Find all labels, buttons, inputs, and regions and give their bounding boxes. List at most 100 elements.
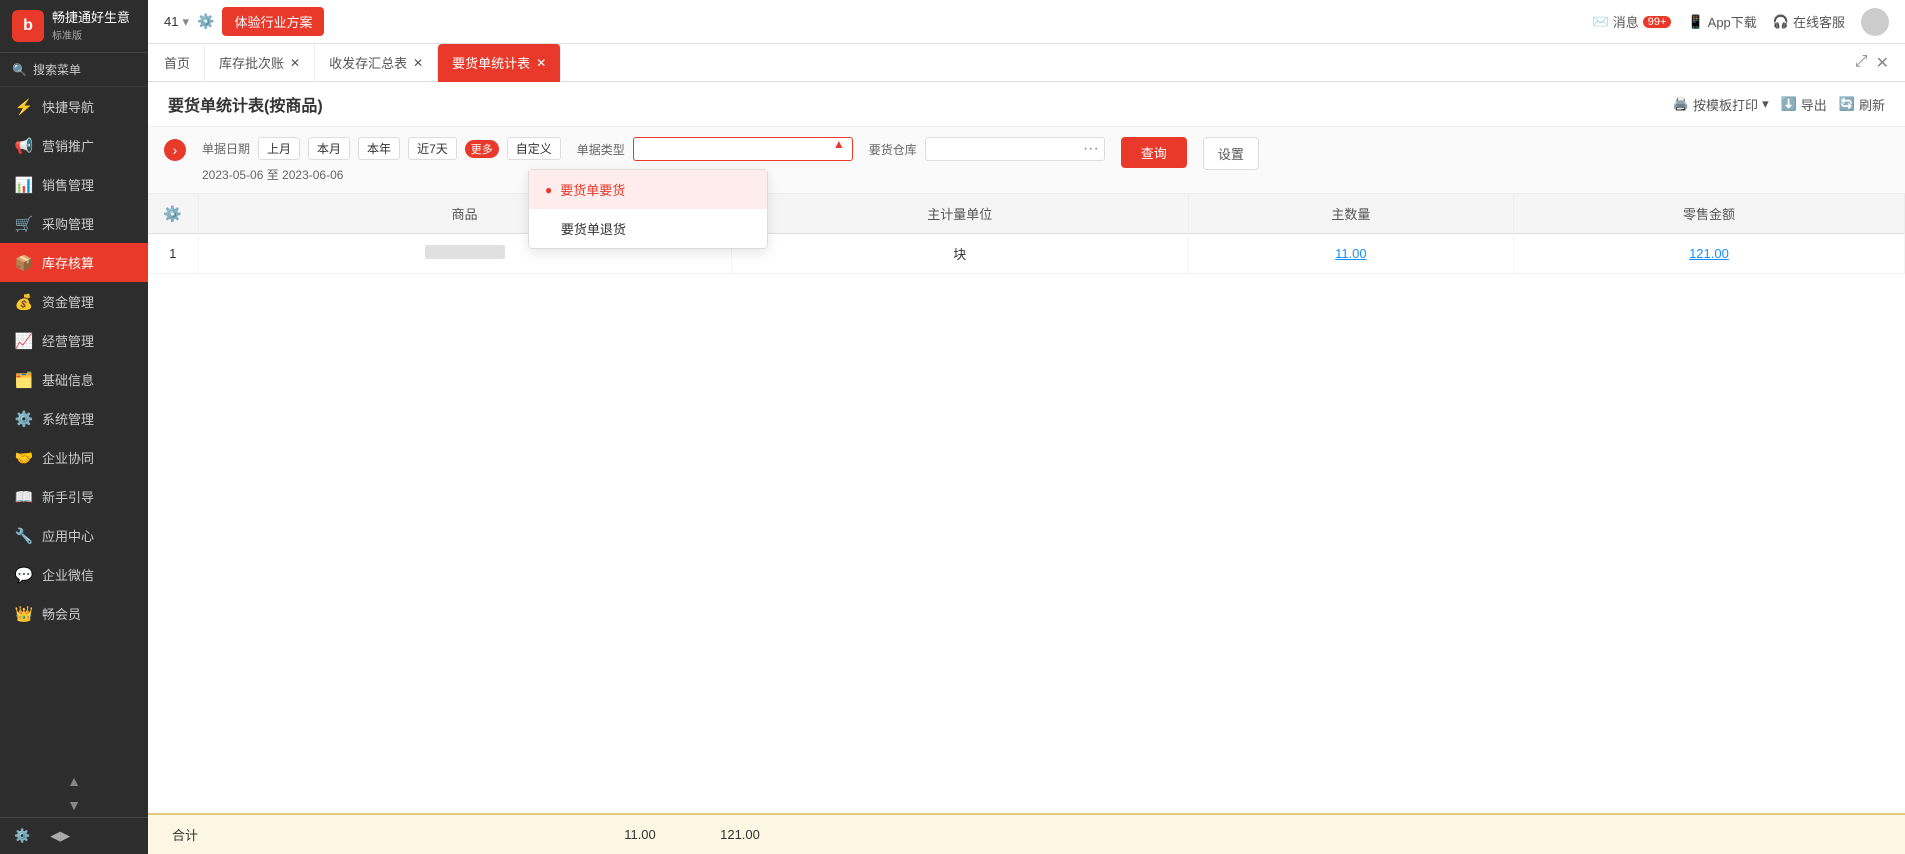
main-content: 41 ▾ ⚙️ 体验行业方案 ✉️ 消息 99+ 📱 App下载 🎧 在线客服 — [148, 0, 1905, 854]
type-filter-label: 单据类型 — [577, 141, 625, 158]
date-filter-row: 单据日期 上月 本月 本年 近7天 更多 自定义 — [202, 137, 561, 160]
app-center-label: 应用中心 — [42, 526, 94, 545]
tabs-actions: ⤢ ✕ — [1855, 53, 1889, 73]
sidebar-item-marketing[interactable]: 📢 营销推广 — [0, 126, 148, 165]
dropdown-item-0[interactable]: ● 要货单要货 — [529, 170, 767, 209]
sidebar-item-app-center[interactable]: 🔧 应用中心 — [0, 516, 148, 555]
messages-label: 消息 — [1613, 12, 1639, 31]
setting-btn[interactable]: 设置 — [1203, 137, 1259, 170]
table-row: 1 块 11.00 121.00 — [148, 234, 1905, 274]
table-header-row: ⚙️ 商品 主计量单位 主数量 零售金额 — [148, 194, 1905, 234]
trial-btn[interactable]: 体验行业方案 — [222, 7, 324, 36]
print-btn[interactable]: 🖨️ 按模板打印 ▾ — [1673, 95, 1769, 114]
company-number: 41 — [164, 14, 178, 29]
print-icon: 🖨️ — [1673, 96, 1689, 112]
sidebar-item-operation[interactable]: 📈 经营管理 — [0, 321, 148, 360]
quick-nav-label: 快捷导航 — [42, 97, 94, 116]
refresh-icon: 🔄 — [1839, 96, 1855, 112]
sidebar-item-sales[interactable]: 📊 销售管理 — [0, 165, 148, 204]
sidebar-item-quick-nav[interactable]: ⚡ 快捷导航 — [0, 87, 148, 126]
tabs-maximize-icon[interactable]: ⤢ — [1855, 53, 1868, 73]
date-more-tag[interactable]: 更多 — [465, 140, 499, 158]
dropdown-item-1-label: 要货单退货 — [561, 219, 626, 238]
page-title: 要货单统计表(按商品) — [168, 92, 323, 116]
edition-label: 标准版 — [52, 27, 130, 42]
page-header: 要货单统计表(按商品) 🖨️ 按模板打印 ▾ ⬇️ 导出 🔄 刷新 — [148, 82, 1905, 127]
type-filter-input[interactable] — [633, 137, 853, 161]
system-icon: ⚙️ — [14, 410, 34, 428]
amount-link[interactable]: 121.00 — [1689, 246, 1729, 261]
topbar: 41 ▾ ⚙️ 体验行业方案 ✉️ 消息 99+ 📱 App下载 🎧 在线客服 — [148, 0, 1905, 44]
warehouse-filter-input[interactable] — [925, 137, 1105, 161]
sidebar-item-member[interactable]: 👑 畅会员 — [0, 594, 148, 633]
sidebar-item-guide[interactable]: 📖 新手引导 — [0, 477, 148, 516]
table-footer: 合计 11.00 121.00 — [148, 813, 1905, 854]
tab-inventory-batch-close[interactable]: ✕ — [290, 56, 300, 70]
basic-info-label: 基础信息 — [42, 370, 94, 389]
operation-icon: 📈 — [14, 332, 34, 350]
sidebar-item-purchase[interactable]: 🛒 采购管理 — [0, 204, 148, 243]
data-table: ⚙️ 商品 主计量单位 主数量 零售金额 1 块 — [148, 194, 1905, 274]
dropdown-item-1[interactable]: ● 要货单退货 — [529, 209, 767, 248]
type-filter-arrow[interactable]: ▲ — [833, 137, 845, 151]
date-btn-this-year[interactable]: 本年 — [358, 137, 400, 160]
filter-expand-btn[interactable]: › — [164, 139, 186, 161]
settings-icon[interactable]: ⚙️ — [14, 828, 30, 844]
app-center-icon: 🔧 — [14, 527, 34, 545]
company-dropdown-icon: ▾ — [182, 14, 189, 30]
tab-summary-close[interactable]: ✕ — [413, 56, 423, 70]
date-custom-btn[interactable]: 自定义 — [507, 137, 561, 160]
guide-label: 新手引导 — [42, 487, 94, 506]
type-dropdown-menu: ● 要货单要货 ● 要货单退货 — [528, 169, 768, 249]
sidebar-scroll-down[interactable]: ▼ — [0, 793, 148, 817]
online-service-btn[interactable]: 🎧 在线客服 — [1773, 12, 1845, 31]
sidebar-scroll-up[interactable]: ▲ — [0, 769, 148, 793]
date-btn-this-month[interactable]: 本月 — [308, 137, 350, 160]
tab-order-stats-close[interactable]: ✕ — [536, 56, 546, 70]
sidebar-item-finance[interactable]: 💰 资金管理 — [0, 282, 148, 321]
query-btn[interactable]: 查询 — [1121, 137, 1187, 168]
sidebar-item-cooperation[interactable]: 🤝 企业协同 — [0, 438, 148, 477]
search-icon: 🔍 — [12, 63, 27, 77]
sidebar-item-basic-info[interactable]: 🗂️ 基础信息 — [0, 360, 148, 399]
company-name: 畅捷通好生意 — [52, 10, 130, 27]
quick-nav-icon: ⚡ — [14, 98, 34, 116]
messages-btn[interactable]: ✉️ 消息 99+ — [1593, 12, 1672, 31]
date-range-row: 2023-05-06 至 2023-06-06 — [202, 166, 561, 183]
member-icon: 👑 — [14, 605, 34, 623]
marketing-icon: 📢 — [14, 137, 34, 155]
collapse-icon[interactable]: ◀▶ — [50, 828, 70, 844]
date-filter-group: 单据日期 上月 本月 本年 近7天 更多 自定义 2023-05-06 至 20… — [202, 137, 561, 183]
sidebar-item-system[interactable]: ⚙️ 系统管理 — [0, 399, 148, 438]
tab-summary[interactable]: 收发存汇总表 ✕ — [315, 44, 438, 82]
export-btn[interactable]: ⬇️ 导出 — [1781, 95, 1827, 114]
tabs-close-all-icon[interactable]: ✕ — [1876, 53, 1889, 73]
page-actions: 🖨️ 按模板打印 ▾ ⬇️ 导出 🔄 刷新 — [1673, 95, 1885, 114]
row-amount[interactable]: 121.00 — [1513, 234, 1904, 274]
sidebar: b 畅捷通好生意 标准版 🔍 搜索菜单 ⚡ 快捷导航 📢 营销推广 📊 销售管理… — [0, 0, 148, 854]
th-quantity: 主数量 — [1188, 194, 1513, 234]
row-quantity[interactable]: 11.00 — [1188, 234, 1513, 274]
warehouse-more-btn[interactable]: ··· — [1083, 140, 1099, 158]
company-selector[interactable]: 41 ▾ — [164, 14, 189, 30]
refresh-btn[interactable]: 🔄 刷新 — [1839, 95, 1885, 114]
topbar-gear-icon[interactable]: ⚙️ — [197, 13, 214, 30]
sidebar-item-inventory[interactable]: 📦 库存核算 — [0, 243, 148, 282]
footer-label: 合计 — [160, 825, 590, 844]
date-btn-last-month[interactable]: 上月 — [258, 137, 300, 160]
sidebar-search-menu[interactable]: 🔍 搜索菜单 — [0, 53, 148, 87]
column-settings-icon[interactable]: ⚙️ — [163, 206, 182, 223]
date-btn-last-7-days[interactable]: 近7天 — [408, 137, 457, 160]
row-unit: 块 — [731, 234, 1188, 274]
product-placeholder — [425, 245, 505, 259]
tab-order-stats[interactable]: 要货单统计表 ✕ — [438, 44, 561, 82]
app-download-label: App下载 — [1708, 12, 1757, 31]
sidebar-item-wechat[interactable]: 💬 企业微信 — [0, 555, 148, 594]
tab-inventory-batch[interactable]: 库存批次账 ✕ — [205, 44, 315, 82]
inventory-label: 库存核算 — [42, 253, 94, 272]
quantity-link[interactable]: 11.00 — [1335, 246, 1367, 261]
user-avatar[interactable] — [1861, 8, 1889, 36]
app-download-btn[interactable]: 📱 App下载 — [1687, 12, 1756, 31]
wechat-icon: 💬 — [14, 566, 34, 584]
tab-home[interactable]: 首页 — [164, 44, 205, 82]
